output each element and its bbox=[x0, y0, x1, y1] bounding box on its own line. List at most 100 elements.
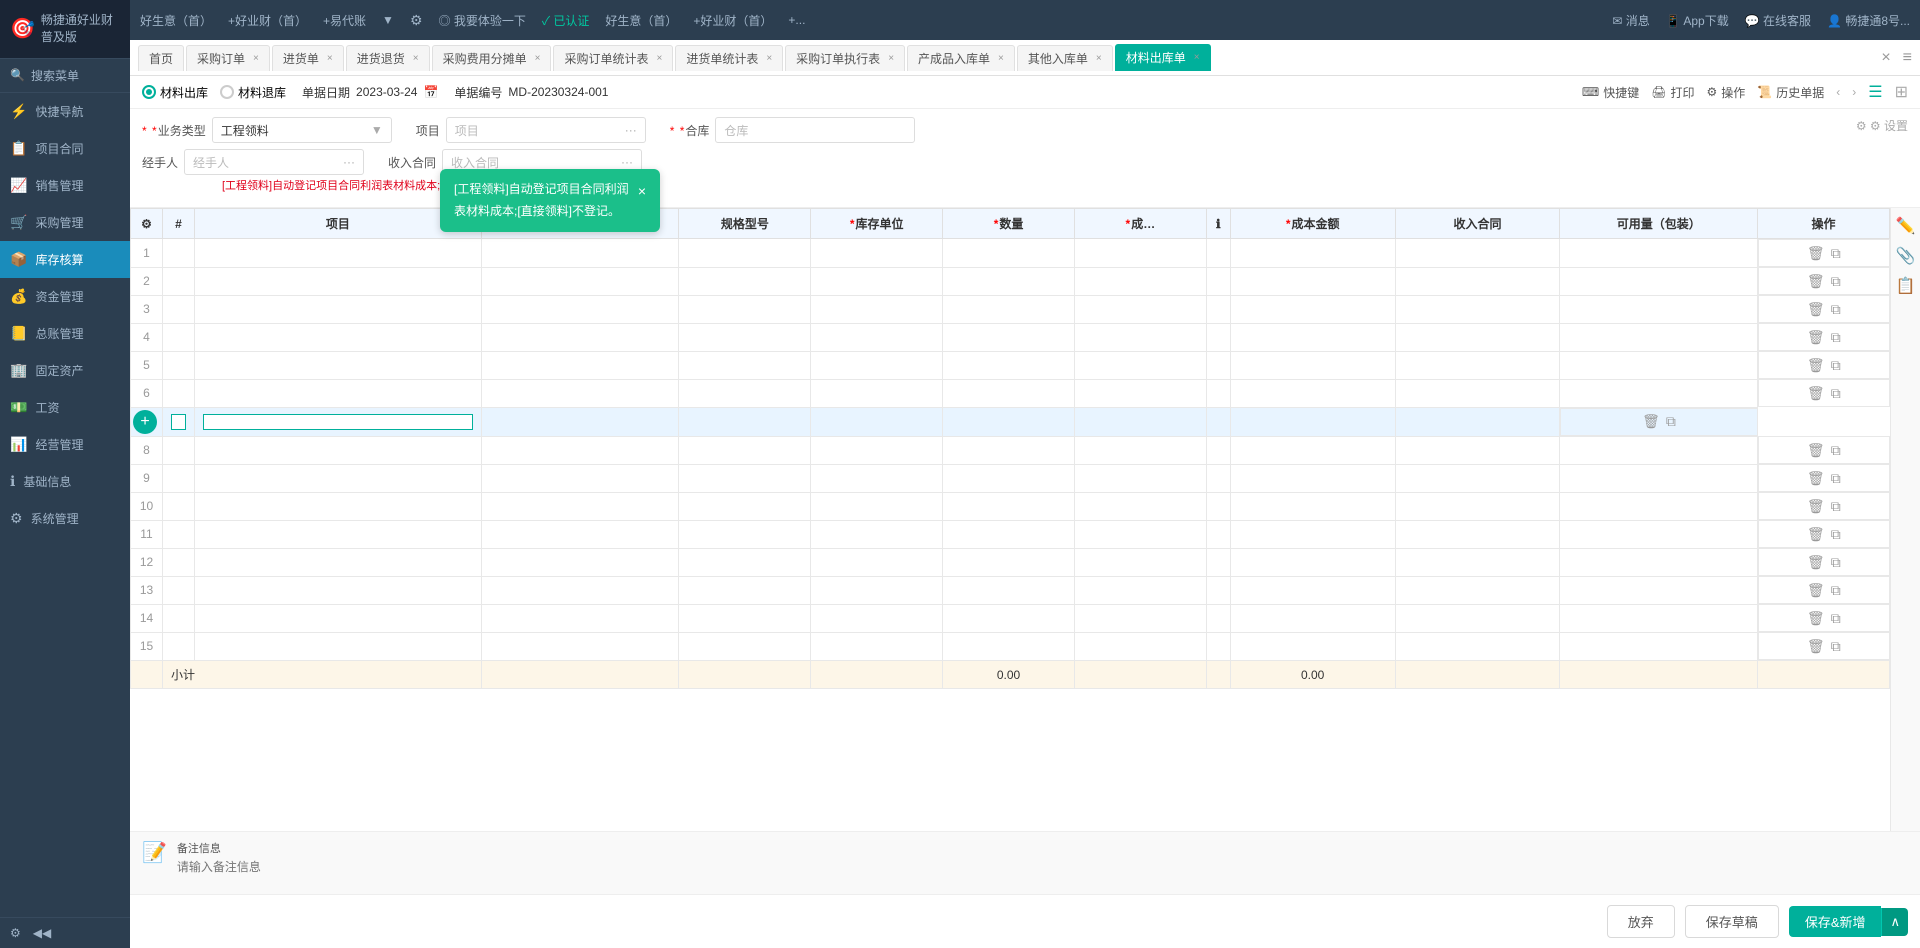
tab-goods-return[interactable]: 进货退货 × bbox=[346, 45, 430, 71]
copy-row-13[interactable]: ⧉ bbox=[1831, 582, 1841, 599]
settings-btn-right[interactable]: ⚙ ⚙ 设置 bbox=[1856, 117, 1908, 134]
delete-row-12[interactable]: 🗑 bbox=[1807, 554, 1825, 571]
tab-purchase-stat[interactable]: 采购订单统计表 × bbox=[553, 45, 673, 71]
tab-material-out-close[interactable]: × bbox=[1194, 52, 1200, 63]
sidebar-item-sales[interactable]: 📈 销售管理 bbox=[0, 167, 130, 204]
sidebar-item-assets[interactable]: 🏢 固定资产 bbox=[0, 352, 130, 389]
copy-row-7[interactable]: ⧉ bbox=[1666, 413, 1676, 430]
sidebar-item-ledger[interactable]: 📒 总账管理 bbox=[0, 315, 130, 352]
copy-row-3[interactable]: ⧉ bbox=[1831, 301, 1841, 318]
calendar-icon[interactable]: 📅 bbox=[423, 85, 438, 99]
sidebar-item-management[interactable]: 📊 经营管理 bbox=[0, 426, 130, 463]
tab-purchase-order[interactable]: 采购订单 × bbox=[186, 45, 270, 71]
sidebar-item-quicknav[interactable]: ⚡ 快捷导航 bbox=[0, 93, 130, 130]
row7-col1-input[interactable] bbox=[171, 414, 186, 430]
handler-select[interactable]: 经手人 ··· bbox=[184, 149, 364, 175]
tab-goods-receipt-close[interactable]: × bbox=[327, 53, 333, 64]
table-container[interactable]: ⚙ # 项目 *材… 规格型号 *库存单位 *数量 bbox=[130, 208, 1890, 831]
tab-purchase-expense[interactable]: 采购费用分摊单 × bbox=[432, 45, 552, 71]
delete-row-10[interactable]: 🗑 bbox=[1807, 498, 1825, 515]
save-new-arrow-btn[interactable]: ∧ bbox=[1881, 908, 1908, 936]
right-sidebar-green-icon[interactable]: 📋 bbox=[1896, 276, 1916, 296]
nav-next-btn[interactable]: › bbox=[1852, 85, 1856, 99]
notes-textarea[interactable] bbox=[177, 858, 332, 886]
radio-material-out[interactable]: 材料出库 bbox=[142, 84, 208, 101]
copy-row-4[interactable]: ⧉ bbox=[1831, 329, 1841, 346]
tab-purchase-order-close[interactable]: × bbox=[253, 53, 259, 64]
history-btn[interactable]: 📜 历史单据 bbox=[1757, 84, 1824, 101]
nav-shop1[interactable]: 好生意（首） bbox=[140, 12, 212, 29]
nav-shop2[interactable]: +好业财（首） bbox=[228, 12, 307, 29]
nav-dropdown[interactable]: ▼ bbox=[382, 13, 394, 27]
print-btn[interactable]: 🖨 打印 bbox=[1651, 84, 1694, 101]
delete-row-13[interactable]: 🗑 bbox=[1807, 582, 1825, 599]
delete-row-2[interactable]: 🗑 bbox=[1807, 273, 1825, 290]
tab-goods-stat-close[interactable]: × bbox=[766, 53, 772, 64]
row7-col2-input[interactable] bbox=[203, 414, 473, 430]
discard-btn[interactable]: 放弃 bbox=[1607, 905, 1675, 938]
sidebar-settings-btn[interactable]: ⚙ bbox=[10, 926, 21, 940]
copy-row-10[interactable]: ⧉ bbox=[1831, 498, 1841, 515]
message-btn[interactable]: ✉ 消息 bbox=[1612, 12, 1649, 29]
copy-row-8[interactable]: ⧉ bbox=[1831, 442, 1841, 459]
online-service-btn[interactable]: 💬 在线客服 bbox=[1745, 12, 1811, 29]
sidebar-item-salary[interactable]: 💵 工资 bbox=[0, 389, 130, 426]
nav-settings-icon[interactable]: ⚙ bbox=[410, 12, 423, 29]
delete-row-7[interactable]: 🗑 bbox=[1642, 413, 1660, 430]
tab-finished-goods[interactable]: 产成品入库单 × bbox=[907, 45, 1015, 71]
sidebar-item-inventory[interactable]: 📦 库存核算 bbox=[0, 241, 130, 278]
shortcut-btn[interactable]: ⌨ 快捷键 bbox=[1582, 84, 1639, 101]
tab-purchase-expense-close[interactable]: × bbox=[535, 53, 541, 64]
copy-row-12[interactable]: ⧉ bbox=[1831, 554, 1841, 571]
tab-home[interactable]: 首页 bbox=[138, 45, 184, 71]
nav-shop2-right[interactable]: +好业财（首） bbox=[693, 12, 772, 29]
delete-row-8[interactable]: 🗑 bbox=[1807, 442, 1825, 459]
grid-view-btn[interactable]: ⊞ bbox=[1895, 82, 1908, 102]
topbar-menu-icon[interactable]: ≡ bbox=[1903, 49, 1912, 67]
tab-finished-goods-close[interactable]: × bbox=[998, 53, 1004, 64]
sidebar-item-finance[interactable]: 💰 资金管理 bbox=[0, 278, 130, 315]
tab-purchase-exec[interactable]: 采购订单执行表 × bbox=[785, 45, 905, 71]
tooltip-close-btn[interactable]: × bbox=[638, 179, 646, 204]
app-download-btn[interactable]: 📱 App下载 bbox=[1666, 12, 1729, 29]
operation-btn[interactable]: ⚙ 操作 bbox=[1707, 84, 1746, 101]
delete-row-5[interactable]: 🗑 bbox=[1807, 357, 1825, 374]
date-value[interactable]: 2023-03-24 bbox=[356, 85, 417, 99]
delete-row-4[interactable]: 🗑 bbox=[1807, 329, 1825, 346]
nav-prev-btn[interactable]: ‹ bbox=[1836, 85, 1840, 99]
radio-material-return[interactable]: 材料退库 bbox=[220, 84, 286, 101]
delete-row-6[interactable]: 🗑 bbox=[1807, 385, 1825, 402]
business-type-select[interactable]: 工程领料 ▼ bbox=[212, 117, 392, 143]
copy-row-6[interactable]: ⧉ bbox=[1831, 385, 1841, 402]
copy-row-9[interactable]: ⧉ bbox=[1831, 470, 1841, 487]
right-sidebar-attach-icon[interactable]: 📎 bbox=[1896, 246, 1916, 266]
copy-row-15[interactable]: ⧉ bbox=[1831, 638, 1841, 655]
delete-row-1[interactable]: 🗑 bbox=[1807, 245, 1825, 262]
nav-shop3[interactable]: +易代账 bbox=[323, 12, 366, 29]
copy-row-2[interactable]: ⧉ bbox=[1831, 273, 1841, 290]
delete-row-15[interactable]: 🗑 bbox=[1807, 638, 1825, 655]
th-settings[interactable]: ⚙ bbox=[131, 209, 163, 239]
save-new-main-btn[interactable]: 保存&新增 bbox=[1789, 906, 1882, 937]
nav-shop3-right[interactable]: +... bbox=[788, 13, 805, 27]
tab-material-out[interactable]: 材料出库单 × bbox=[1115, 44, 1211, 71]
add-row-btn[interactable]: + bbox=[133, 410, 157, 434]
sidebar-item-purchase[interactable]: 🛒 采购管理 bbox=[0, 204, 130, 241]
close-all-tabs-btn[interactable]: × bbox=[1881, 49, 1890, 67]
delete-row-11[interactable]: 🗑 bbox=[1807, 526, 1825, 543]
delete-row-14[interactable]: 🗑 bbox=[1807, 610, 1825, 627]
copy-row-1[interactable]: ⧉ bbox=[1831, 245, 1841, 262]
warehouse-select[interactable]: 仓库 bbox=[715, 117, 915, 143]
tab-purchase-stat-close[interactable]: × bbox=[656, 53, 662, 64]
save-draft-btn[interactable]: 保存草稿 bbox=[1685, 905, 1779, 938]
tab-purchase-exec-close[interactable]: × bbox=[888, 53, 894, 64]
tab-goods-return-close[interactable]: × bbox=[413, 53, 419, 64]
sidebar-item-project[interactable]: 📋 项目合同 bbox=[0, 130, 130, 167]
search-menu-btn[interactable]: 🔍 搜索菜单 bbox=[0, 59, 130, 93]
tab-other-receipt[interactable]: 其他入库单 × bbox=[1017, 45, 1113, 71]
delete-row-9[interactable]: 🗑 bbox=[1807, 470, 1825, 487]
copy-row-11[interactable]: ⧉ bbox=[1831, 526, 1841, 543]
copy-row-5[interactable]: ⧉ bbox=[1831, 357, 1841, 374]
nav-experience[interactable]: ◎ 我要体验一下 bbox=[439, 12, 526, 29]
tab-goods-receipt[interactable]: 进货单 × bbox=[272, 45, 344, 71]
